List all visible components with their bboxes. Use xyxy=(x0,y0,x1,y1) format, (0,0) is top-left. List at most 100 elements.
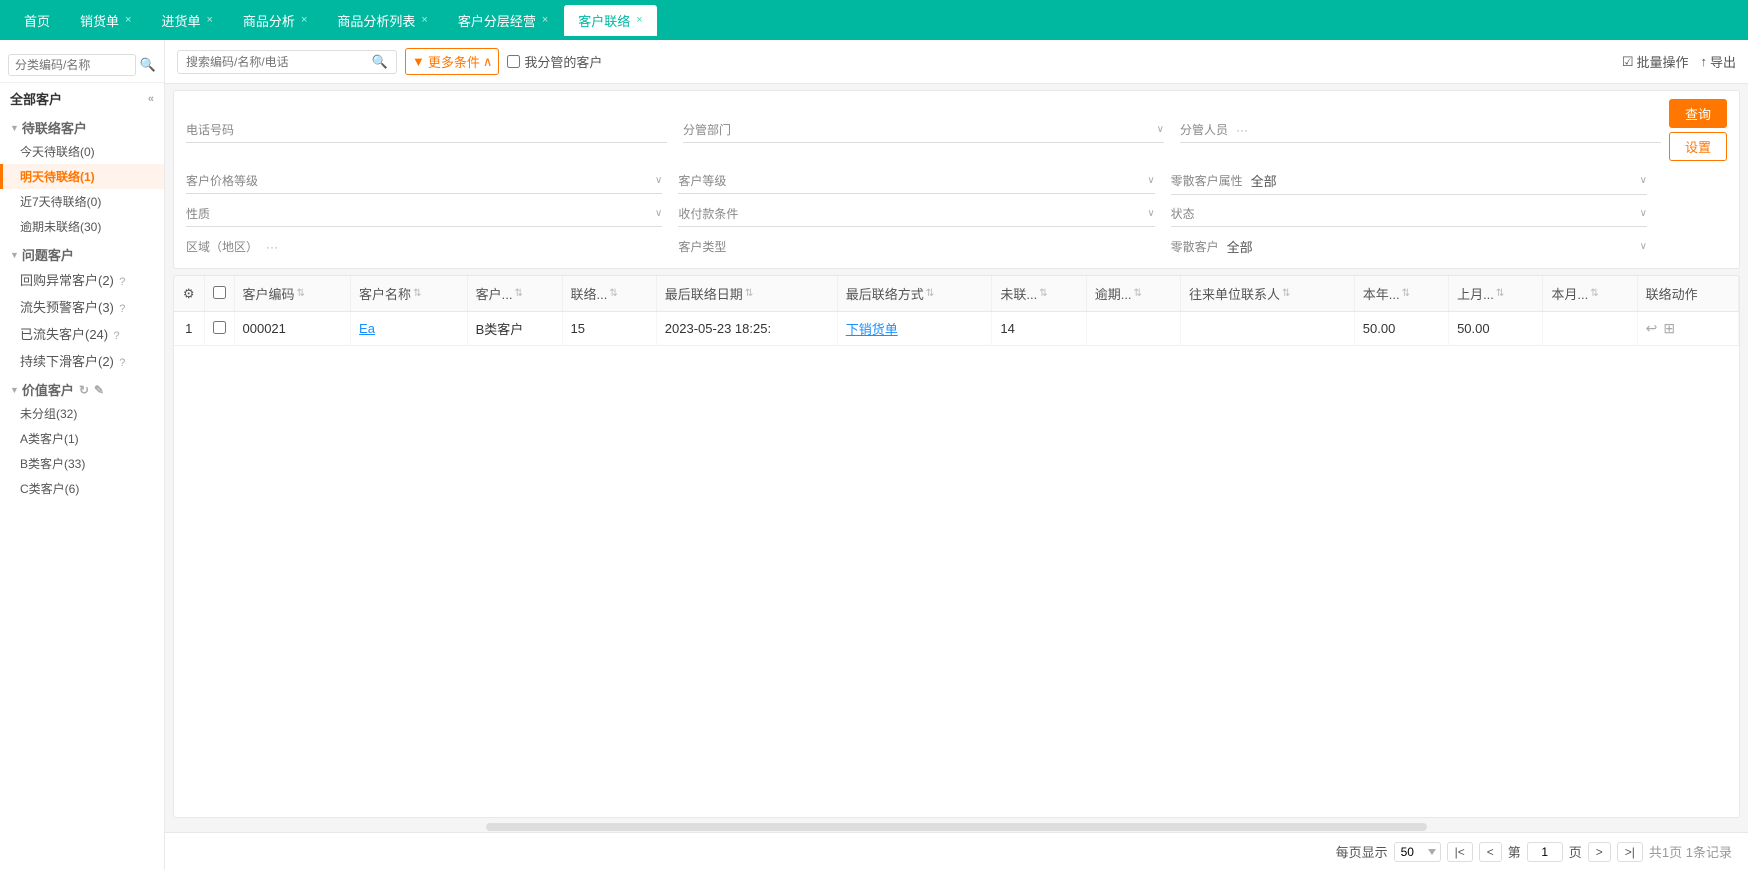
filter-more-btn[interactable]: ▼ 更多条件 ∧ xyxy=(405,48,499,75)
th-last-contact-date[interactable]: 最后联络日期⇅ xyxy=(656,276,837,312)
select-all-checkbox[interactable] xyxy=(213,286,226,299)
close-salesorder-icon[interactable]: × xyxy=(125,14,131,26)
th-this-year[interactable]: 本年...⇅ xyxy=(1354,276,1448,312)
close-customer-tier-icon[interactable]: × xyxy=(542,14,548,26)
nav-item-purchaseorder[interactable]: 进货单 × xyxy=(147,5,226,36)
scrollbar-thumb[interactable] xyxy=(486,823,1426,831)
row-checkbox[interactable] xyxy=(213,321,226,334)
batch-op-btn[interactable]: ☑ 批量操作 xyxy=(1622,52,1689,71)
last-page-btn[interactable]: >| xyxy=(1617,842,1643,862)
contact-action-icon[interactable]: ↩ xyxy=(1646,320,1658,337)
filter-nature[interactable]: 性质 ∨ xyxy=(186,201,662,227)
prev-page-btn[interactable]: < xyxy=(1479,842,1502,862)
th-name[interactable]: 客户名称⇅ xyxy=(351,276,468,312)
sidebar-item-class-b[interactable]: B类客户(33) xyxy=(0,451,164,476)
th-contacts[interactable]: 联络...⇅ xyxy=(562,276,656,312)
nav-item-customer-contact[interactable]: 客户联络 × xyxy=(564,5,656,36)
sidebar-item-churn-warning[interactable]: 流失预警客户(3) ? xyxy=(0,293,164,320)
th-gear[interactable]: ⚙ xyxy=(174,276,204,312)
export-btn[interactable]: ↑ 导出 xyxy=(1700,52,1736,71)
sidebar-item-churned[interactable]: 已流失客户(24) ? xyxy=(0,320,164,347)
th-type[interactable]: 客户...⇅ xyxy=(467,276,562,312)
filter-retail-customer[interactable]: 零散客户 全部 ∨ xyxy=(1171,233,1647,260)
refresh-icon[interactable]: ↻ xyxy=(79,383,89,397)
question-icon-2: ? xyxy=(119,303,125,315)
sort-contacts-icon: ⇅ xyxy=(609,288,617,299)
next-page-btn[interactable]: > xyxy=(1588,842,1611,862)
search-input[interactable] xyxy=(186,55,372,69)
sidebar-collapse-icon[interactable]: « xyxy=(148,93,154,105)
sidebar-item-ungrouped[interactable]: 未分组(32) xyxy=(0,401,164,426)
td-checkbox[interactable] xyxy=(204,312,234,346)
th-contact-person[interactable]: 往来单位联系人⇅ xyxy=(1180,276,1354,312)
filter-payment[interactable]: 收付款条件 ∨ xyxy=(678,201,1154,227)
search-icon[interactable]: 🔍 xyxy=(372,54,388,70)
filter-region[interactable]: 区域（地区） ··· xyxy=(186,234,662,259)
nav-item-customer-tier[interactable]: 客户分层经营 × xyxy=(444,5,562,36)
sidebar-item-overdue-contact[interactable]: 逾期未联络(30) xyxy=(0,214,164,239)
filter-customer-level-select[interactable]: ∨ xyxy=(734,175,1154,186)
close-customer-contact-icon[interactable]: × xyxy=(636,14,642,26)
customer-name-link[interactable]: Ea xyxy=(359,321,375,336)
sidebar-value-customers-group[interactable]: ▼ 价值客户 ↻ ✎ xyxy=(0,374,164,401)
nav-item-salesorder[interactable]: 销货单 × xyxy=(66,5,145,36)
sidebar-search-input[interactable] xyxy=(8,54,136,76)
filter-payment-select[interactable]: ∨ xyxy=(746,208,1154,219)
close-analysis-list-icon[interactable]: × xyxy=(421,14,427,26)
first-page-btn[interactable]: |< xyxy=(1447,842,1473,862)
sidebar-item-class-a[interactable]: A类客户(1) xyxy=(0,426,164,451)
nav-home[interactable]: 首页 xyxy=(10,5,64,36)
close-purchaseorder-icon[interactable]: × xyxy=(206,14,212,26)
th-checkbox[interactable] xyxy=(204,276,234,312)
query-btn[interactable]: 查询 xyxy=(1669,99,1727,128)
th-code[interactable]: 客户编码⇅ xyxy=(234,276,351,312)
nav-item-analysis[interactable]: 商品分析 × xyxy=(229,5,321,36)
filter-price-level-select[interactable]: ∨ xyxy=(266,175,662,186)
contact-method-link[interactable]: 下销货单 xyxy=(846,322,898,337)
sidebar-item-today-contact[interactable]: 今天待联络(0) xyxy=(0,139,164,164)
sidebar-pending-contact-group[interactable]: ▼ 待联络客户 xyxy=(0,112,164,139)
setting-btn[interactable]: 设置 xyxy=(1669,132,1727,161)
sidebar-item-declining[interactable]: 持续下滑客户(2) ? xyxy=(0,347,164,374)
filter-retail-attr-select[interactable]: 全部 ∨ xyxy=(1251,171,1647,190)
th-this-month[interactable]: 本月...⇅ xyxy=(1543,276,1637,312)
th-overdue[interactable]: 逾期...⇅ xyxy=(1086,276,1180,312)
filter-status[interactable]: 状态 ∨ xyxy=(1171,201,1647,227)
sidebar-item-class-c[interactable]: C类客户(6) xyxy=(0,476,164,501)
sidebar-search-icon[interactable]: 🔍 xyxy=(140,57,156,73)
filter-dept-select[interactable]: ∨ xyxy=(739,124,1164,135)
filter-dept[interactable]: 分管部门 ∨ xyxy=(683,117,1164,143)
td-name[interactable]: Ea xyxy=(351,312,468,346)
th-last-month[interactable]: 上月...⇅ xyxy=(1449,276,1543,312)
filter-nature-select[interactable]: ∨ xyxy=(218,208,662,219)
filter-manager-dots[interactable]: ··· xyxy=(1236,123,1661,137)
filter-row-1: 电话号码 分管部门 ∨ 分管人员 ··· 查询 xyxy=(186,99,1727,161)
filter-region-dots[interactable]: ··· xyxy=(266,240,662,254)
filter-phone[interactable]: 电话号码 xyxy=(186,117,667,143)
filter-price-level[interactable]: 客户价格等级 ∨ xyxy=(186,168,662,194)
th-no-contact[interactable]: 未联...⇅ xyxy=(992,276,1086,312)
sidebar-problem-customers-group[interactable]: ▼ 问题客户 xyxy=(0,239,164,266)
filter-customer-level[interactable]: 客户等级 ∨ xyxy=(678,168,1154,194)
page-number-input[interactable] xyxy=(1527,842,1563,862)
horizontal-scrollbar[interactable] xyxy=(173,822,1740,832)
th-last-contact-method[interactable]: 最后联络方式⇅ xyxy=(837,276,992,312)
sidebar-item-7days-contact[interactable]: 近7天待联络(0) xyxy=(0,189,164,214)
close-analysis-icon[interactable]: × xyxy=(301,14,307,26)
edit-icon[interactable]: ✎ xyxy=(94,383,104,397)
filter-status-select[interactable]: ∨ xyxy=(1203,208,1647,219)
filter-customer-type[interactable]: 客户类型 xyxy=(678,234,1154,259)
my-customers-checkbox[interactable] xyxy=(507,55,520,68)
nav-item-analysis-list[interactable]: 商品分析列表 × xyxy=(323,5,441,36)
filter-manager[interactable]: 分管人员 ··· xyxy=(1180,117,1661,143)
sort-thismonth-icon: ⇅ xyxy=(1590,288,1598,299)
filter-retail-customer-select[interactable]: 全部 ∨ xyxy=(1227,237,1647,256)
grid-action-icon[interactable]: ⊞ xyxy=(1663,320,1675,337)
sidebar-item-tomorrow-contact[interactable]: 明天待联络(1) xyxy=(0,164,164,189)
per-page-select[interactable]: 50 10 20 100 xyxy=(1394,842,1441,862)
my-customers-checkbox-label[interactable]: 我分管的客户 xyxy=(507,52,602,71)
sidebar-all-customers[interactable]: 全部客户 « xyxy=(0,83,164,112)
td-last-contact-method[interactable]: 下销货单 xyxy=(837,312,992,346)
sidebar-item-repurchase-abnormal[interactable]: 回购异常客户(2) ? xyxy=(0,266,164,293)
filter-retail-attr[interactable]: 零散客户属性 全部 ∨ xyxy=(1171,167,1647,195)
